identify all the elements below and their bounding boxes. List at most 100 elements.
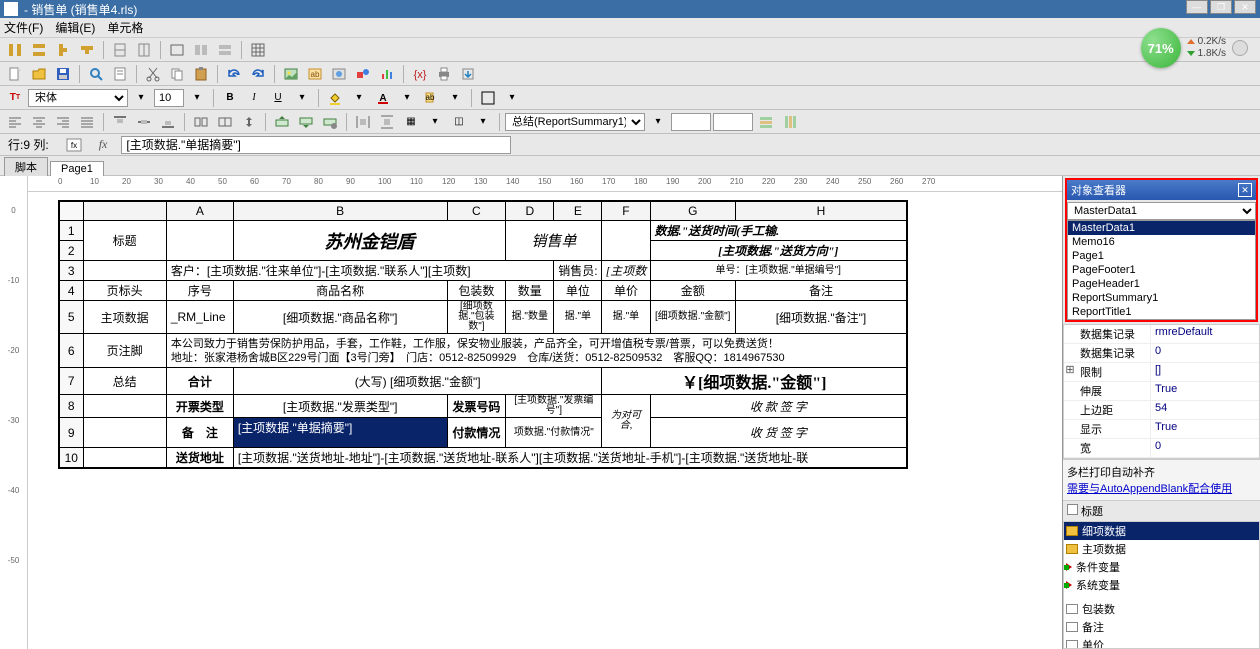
insert-object-icon[interactable] bbox=[328, 64, 350, 84]
tree-item[interactable]: 包装数 bbox=[1064, 600, 1259, 618]
new-icon[interactable] bbox=[4, 64, 26, 84]
colhdr-c[interactable]: C bbox=[447, 202, 506, 221]
group-icon[interactable]: ▦ bbox=[400, 112, 422, 132]
insert-chart-icon[interactable] bbox=[376, 64, 398, 84]
tree-item[interactable]: 主项数据 bbox=[1064, 540, 1259, 558]
maximize-button[interactable]: ❐ bbox=[1210, 0, 1232, 14]
dropdown-icon[interactable]: ▾ bbox=[472, 112, 494, 132]
colhdr-b[interactable]: B bbox=[233, 202, 447, 221]
fill-color-icon[interactable] bbox=[324, 88, 346, 108]
fx-icon-button[interactable]: fx bbox=[63, 135, 85, 155]
tool-btn[interactable] bbox=[76, 40, 98, 60]
font-dropdown-icon[interactable]: ▾ bbox=[130, 88, 152, 108]
tool-btn[interactable] bbox=[52, 40, 74, 60]
align-right-icon[interactable] bbox=[52, 112, 74, 132]
ungroup-icon[interactable]: ◫ bbox=[448, 112, 470, 132]
object-select[interactable]: MasterData1 bbox=[1067, 202, 1256, 220]
redo-icon[interactable] bbox=[247, 64, 269, 84]
band-num2-input[interactable] bbox=[713, 113, 753, 131]
band-select[interactable]: 总结(ReportSummary1) bbox=[505, 113, 645, 131]
dropdown-icon[interactable]: ▾ bbox=[348, 88, 370, 108]
valign-bottom-icon[interactable] bbox=[157, 112, 179, 132]
formula-input[interactable]: [主项数据."单据摘要"] bbox=[121, 136, 511, 154]
font-size-dropdown-icon[interactable]: ▾ bbox=[186, 88, 208, 108]
tool-btn[interactable] bbox=[4, 40, 26, 60]
tab-script[interactable]: 脚本 bbox=[4, 157, 48, 176]
colhdr[interactable] bbox=[83, 202, 166, 221]
band-num1-input[interactable] bbox=[671, 113, 711, 131]
variables-icon[interactable]: {x} bbox=[409, 64, 431, 84]
band-up-icon[interactable] bbox=[271, 112, 293, 132]
table-row[interactable]: 5 主项数据 _RM_Line [细项数据."商品名称"] [细项数据."包装数… bbox=[60, 301, 907, 334]
gear-icon[interactable] bbox=[1232, 40, 1248, 56]
dropdown-icon[interactable]: ▾ bbox=[396, 88, 418, 108]
table-row[interactable]: 3 客户：[主项数据."往来单位"]-[主项数据."联系人"][主项数] 销售员… bbox=[60, 261, 907, 281]
print-icon[interactable] bbox=[433, 64, 455, 84]
dropdown-icon[interactable]: ▾ bbox=[647, 112, 669, 132]
property-grid[interactable]: 数据集记录rmreDefault 数据集记录0 ⊞限制[] 伸展True 上边距… bbox=[1063, 324, 1260, 459]
colhdr-f[interactable]: F bbox=[602, 202, 650, 221]
tool-btn[interactable] bbox=[190, 40, 212, 60]
table-row[interactable]: 1 标题 苏州金铠盾 销售单 数据."送货时间(手工输. bbox=[60, 221, 907, 241]
insert-text-icon[interactable]: ab bbox=[304, 64, 326, 84]
insert-image-icon[interactable] bbox=[280, 64, 302, 84]
font-color-icon[interactable]: TT bbox=[4, 88, 26, 108]
autoblank-link[interactable]: 需要与AutoAppendBlank配合使用 bbox=[1067, 480, 1256, 496]
colhdr-h[interactable]: H bbox=[735, 202, 906, 221]
distribute-v-icon[interactable] bbox=[376, 112, 398, 132]
tree-item[interactable]: 细项数据 bbox=[1064, 522, 1259, 540]
tree-item[interactable]: 条件变量 bbox=[1064, 558, 1259, 576]
valign-top-icon[interactable] bbox=[109, 112, 131, 132]
tool-btn[interactable] bbox=[109, 40, 131, 60]
menu-edit[interactable]: 编辑(E) bbox=[55, 19, 95, 36]
colhdr-e[interactable]: E bbox=[554, 202, 602, 221]
distribute-h-icon[interactable] bbox=[352, 112, 374, 132]
insert-col-icon[interactable] bbox=[779, 112, 801, 132]
tool-btn[interactable] bbox=[166, 40, 188, 60]
undo-icon[interactable] bbox=[223, 64, 245, 84]
tree-item[interactable]: 系统变量 bbox=[1064, 576, 1259, 594]
table-row[interactable]: 4 页标头 序号 商品名称 包装数 数量 单位 单价 金额 备注 bbox=[60, 281, 907, 301]
band-settings-icon[interactable] bbox=[319, 112, 341, 132]
align-justify-icon[interactable] bbox=[76, 112, 98, 132]
align-center-icon[interactable] bbox=[28, 112, 50, 132]
page-setup-icon[interactable] bbox=[109, 64, 131, 84]
tree-item[interactable]: 备注 bbox=[1064, 618, 1259, 636]
font-name-select[interactable]: 宋体 bbox=[28, 89, 128, 107]
border-icon[interactable] bbox=[477, 88, 499, 108]
close-button[interactable]: ✕ bbox=[1234, 0, 1256, 14]
table-row[interactable]: 7 总结 合计 (大写) [细项数据."金额"] ￥[细项数据."金额"] bbox=[60, 368, 907, 395]
corner-cell[interactable] bbox=[60, 202, 84, 221]
data-tree[interactable]: 细项数据 主项数据 条件变量 系统变量 包装数 备注 单价 单位 规格 金额 批… bbox=[1063, 521, 1260, 649]
highlight-icon[interactable]: ab bbox=[420, 88, 442, 108]
table-row[interactable]: 6 页注脚 本公司致力于销售劳保防护用品，手套，工作鞋，工作服，保安物业服装，产… bbox=[60, 334, 907, 368]
menu-file[interactable]: 文件(F) bbox=[4, 19, 43, 36]
font-color-icon[interactable]: A bbox=[372, 88, 394, 108]
inc-dec-icon[interactable] bbox=[238, 112, 260, 132]
merge-icon[interactable] bbox=[190, 112, 212, 132]
speed-ball[interactable]: 71% bbox=[1141, 28, 1181, 68]
underline-icon[interactable]: U bbox=[267, 88, 289, 108]
bold-icon[interactable]: B bbox=[219, 88, 241, 108]
list-item[interactable]: ReportSummary1 bbox=[1068, 291, 1255, 305]
insert-row-icon[interactable] bbox=[755, 112, 777, 132]
menu-cell[interactable]: 单元格 bbox=[107, 19, 143, 36]
insert-shape-icon[interactable] bbox=[352, 64, 374, 84]
table-row[interactable]: 9 备 注 [主项数据."单据摘要"] 付款情况 项数据."付款情况" 收 货 … bbox=[60, 418, 907, 448]
tree-item[interactable]: 单价 bbox=[1064, 636, 1259, 649]
export-icon[interactable] bbox=[457, 64, 479, 84]
minimize-button[interactable]: — bbox=[1186, 0, 1208, 14]
tool-btn[interactable] bbox=[214, 40, 236, 60]
list-item[interactable]: PageFooter1 bbox=[1068, 263, 1255, 277]
valign-middle-icon[interactable] bbox=[133, 112, 155, 132]
list-item[interactable]: ReportTitle1 bbox=[1068, 305, 1255, 319]
list-item[interactable]: Page1 bbox=[1068, 249, 1255, 263]
close-icon[interactable]: ✕ bbox=[1238, 183, 1252, 197]
report-grid[interactable]: A B C D E F G H 1 标题 苏州金铠盾 销售单 数据."送货时间( bbox=[58, 200, 908, 469]
colhdr-g[interactable]: G bbox=[650, 202, 735, 221]
dropdown-icon[interactable]: ▾ bbox=[291, 88, 313, 108]
list-item[interactable]: Memo16 bbox=[1068, 235, 1255, 249]
colhdr-d[interactable]: D bbox=[506, 202, 554, 221]
list-item[interactable]: PageHeader1 bbox=[1068, 277, 1255, 291]
copy-icon[interactable] bbox=[166, 64, 188, 84]
